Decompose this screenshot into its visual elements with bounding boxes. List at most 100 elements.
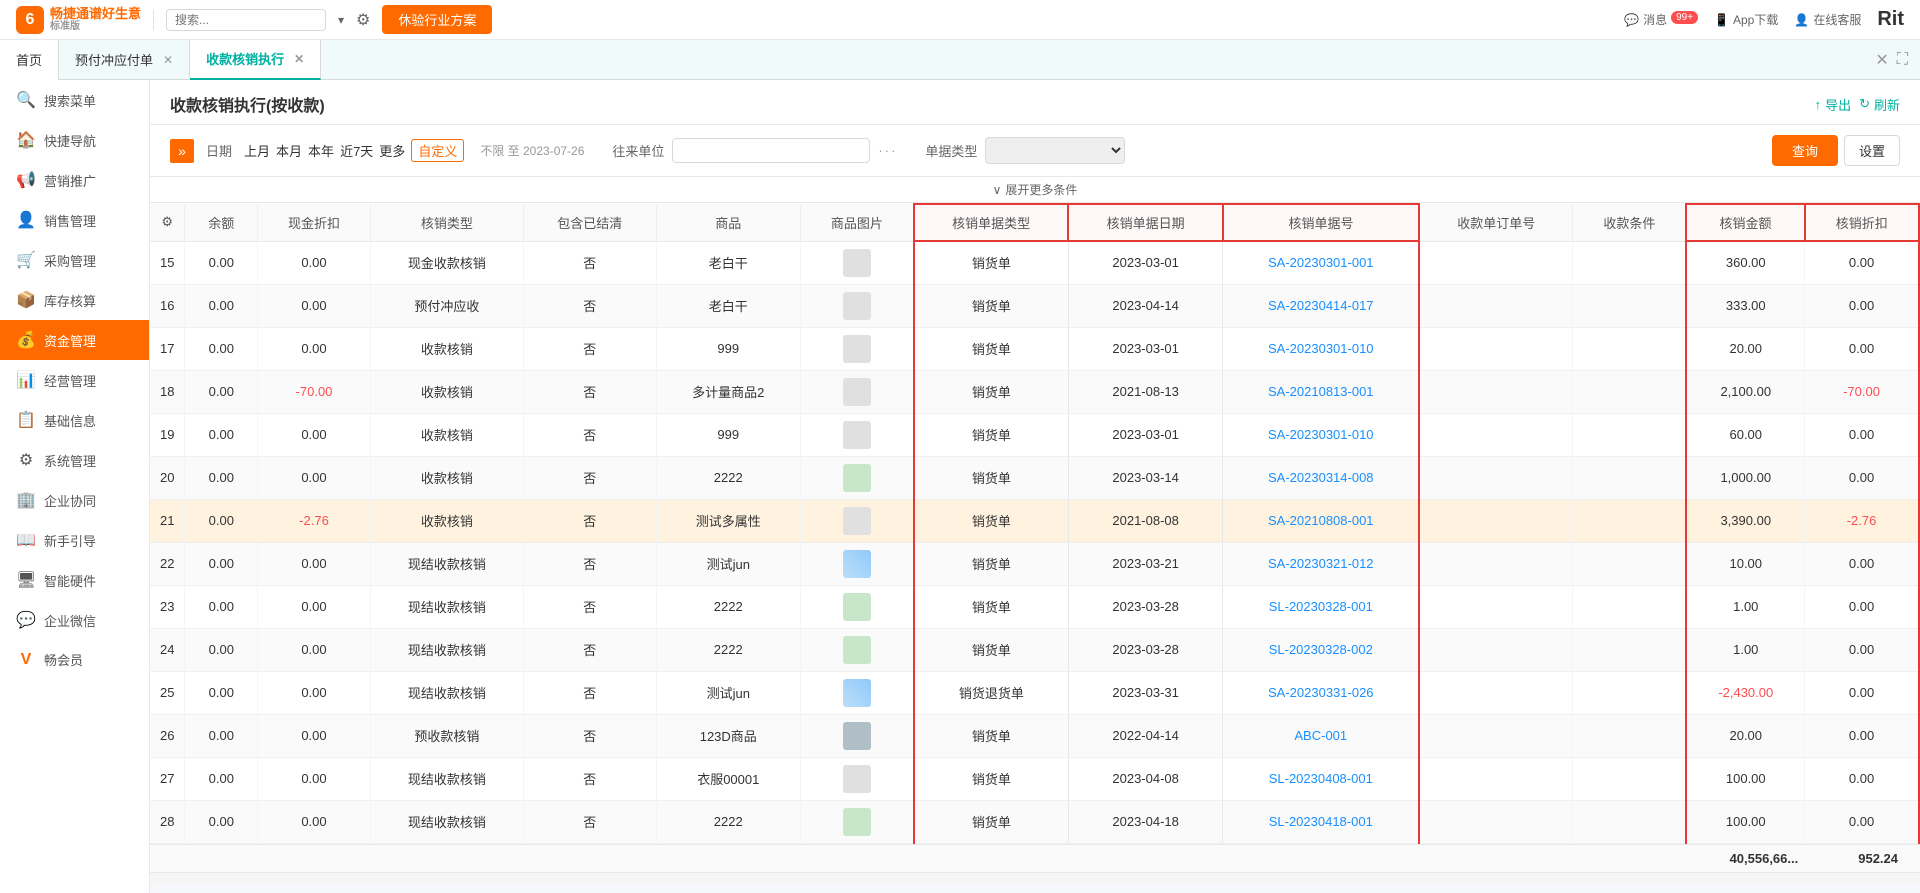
td-doc-date: 2023-03-21 xyxy=(1068,542,1223,585)
doc-no-link[interactable]: SA-20230314-008 xyxy=(1268,470,1374,485)
th-receipt-condition: 收款条件 xyxy=(1573,204,1687,241)
message-item[interactable]: 💬 消息 99+ xyxy=(1624,11,1698,28)
filter-expand-btn[interactable]: » xyxy=(170,139,194,163)
th-cash-discount: 现金折扣 xyxy=(258,204,371,241)
industry-btn[interactable]: 休验行业方案 xyxy=(382,5,492,34)
td-doc-no[interactable]: SA-20230301-010 xyxy=(1223,413,1419,456)
td-balance: 0.00 xyxy=(185,757,258,800)
service-item[interactable]: 👤 在线客服 xyxy=(1794,11,1861,28)
td-balance: 0.00 xyxy=(185,241,258,284)
sidebar-item-wechat[interactable]: 💬 企业微信 xyxy=(0,600,149,640)
td-doc-no[interactable]: SA-20230301-010 xyxy=(1223,327,1419,370)
tab-receipt-close[interactable]: ✕ xyxy=(294,52,304,66)
td-doc-no[interactable]: SL-20230328-001 xyxy=(1223,585,1419,628)
filter-custom-btn[interactable]: 自定义 xyxy=(411,139,464,162)
td-write-off-amount: 360.00 xyxy=(1686,241,1804,284)
app-download-item[interactable]: 📱 App下载 xyxy=(1714,11,1778,28)
td-write-off-type: 现结收款核销 xyxy=(370,542,523,585)
top-search-input[interactable] xyxy=(166,9,326,31)
tab-bar-right: ✕ ⛶ xyxy=(1875,50,1920,70)
td-write-off-discount: -2.76 xyxy=(1805,499,1919,542)
filter-this-year[interactable]: 本年 xyxy=(308,141,334,160)
top-bar-right: 💬 消息 99+ 📱 App下载 👤 在线客服 Rit xyxy=(1624,8,1904,31)
sidebar-item-capital[interactable]: 💰 资金管理 xyxy=(0,320,149,360)
tab-minimize-icon[interactable]: ✕ xyxy=(1875,50,1888,70)
settings-btn[interactable]: 设置 xyxy=(1844,135,1900,166)
sidebar-item-beginner[interactable]: 📖 新手引导 xyxy=(0,520,149,560)
sidebar-item-quick-nav[interactable]: 🏠 快捷导航 xyxy=(0,120,149,160)
sidebar-item-operation[interactable]: 📊 经营管理 xyxy=(0,360,149,400)
td-write-off-type: 收款核销 xyxy=(370,456,523,499)
expand-more-btn[interactable]: ∨ 展开更多条件 xyxy=(993,181,1078,198)
doc-no-link[interactable]: SL-20230408-001 xyxy=(1269,771,1373,786)
td-doc-type: 销货单 xyxy=(914,499,1069,542)
doc-no-link[interactable]: SA-20210808-001 xyxy=(1268,513,1374,528)
td-doc-no[interactable]: SA-20230314-008 xyxy=(1223,456,1419,499)
table-row: 17 0.00 0.00 收款核销 否 999 销货单 2023-03-01 S… xyxy=(150,327,1919,370)
scroll-bar[interactable] xyxy=(150,872,1920,884)
th-doc-type: 核销单据类型 xyxy=(914,204,1069,241)
filter-last-month[interactable]: 上月 xyxy=(244,141,270,160)
sidebar-item-sales[interactable]: 👤 销售管理 xyxy=(0,200,149,240)
sidebar-label-purchase: 采购管理 xyxy=(44,251,96,270)
td-doc-no[interactable]: SL-20230418-001 xyxy=(1223,800,1419,843)
table-row: 18 0.00 -70.00 收款核销 否 多计量商品2 销货单 2021-08… xyxy=(150,370,1919,413)
td-doc-no[interactable]: SA-20210808-001 xyxy=(1223,499,1419,542)
doc-no-link[interactable]: SL-20230418-001 xyxy=(1269,814,1373,829)
sidebar-item-marketing[interactable]: 📢 营销推广 xyxy=(0,160,149,200)
tab-home[interactable]: 首页 xyxy=(0,40,59,80)
td-doc-no[interactable]: SL-20230328-002 xyxy=(1223,628,1419,671)
td-doc-no[interactable]: SA-20230321-012 xyxy=(1223,542,1419,585)
doc-no-link[interactable]: SA-20230301-010 xyxy=(1268,427,1374,442)
sidebar-item-search-menu[interactable]: 🔍 搜索菜单 xyxy=(0,80,149,120)
search-icon: 🔍 xyxy=(16,90,36,110)
td-no: 25 xyxy=(150,671,185,714)
sidebar-item-system[interactable]: ⚙ 系统管理 xyxy=(0,440,149,480)
sidebar-item-basic[interactable]: 📋 基础信息 xyxy=(0,400,149,440)
td-doc-no[interactable]: SA-20210813-001 xyxy=(1223,370,1419,413)
td-doc-no[interactable]: SA-20230414-017 xyxy=(1223,284,1419,327)
filter-partner-input[interactable] xyxy=(672,138,870,163)
td-no: 17 xyxy=(150,327,185,370)
sidebar-item-enterprise[interactable]: 🏢 企业协同 xyxy=(0,480,149,520)
doc-no-link[interactable]: SA-20230321-012 xyxy=(1268,556,1374,571)
filter-7days[interactable]: 近7天 xyxy=(340,141,373,160)
doc-no-link[interactable]: SA-20230301-010 xyxy=(1268,341,1374,356)
td-doc-no[interactable]: SL-20230408-001 xyxy=(1223,757,1419,800)
td-doc-no[interactable]: SA-20230301-001 xyxy=(1223,241,1419,284)
sidebar-item-vip[interactable]: V 畅会员 xyxy=(0,640,149,679)
doc-no-link[interactable]: SA-20230414-017 xyxy=(1268,298,1374,313)
td-doc-type: 销货单 xyxy=(914,413,1069,456)
doc-no-link[interactable]: SA-20230331-026 xyxy=(1268,685,1374,700)
tab-prepay-close[interactable]: ✕ xyxy=(163,53,173,67)
td-balance: 0.00 xyxy=(185,800,258,843)
export-btn[interactable]: ↑ 导出 xyxy=(1815,95,1852,114)
filter-partner-dots[interactable]: ··· xyxy=(878,143,897,158)
td-doc-no[interactable]: ABC-001 xyxy=(1223,714,1419,757)
sidebar-item-inventory[interactable]: 📦 库存核算 xyxy=(0,280,149,320)
filter-more[interactable]: 更多 xyxy=(379,141,405,160)
tab-receipt[interactable]: 收款核销执行 ✕ xyxy=(190,40,321,80)
tab-prepay[interactable]: 预付冲应付单 ✕ xyxy=(59,40,190,80)
td-goods-img xyxy=(800,800,914,843)
td-doc-no[interactable]: SA-20230331-026 xyxy=(1223,671,1419,714)
sidebar-label-wechat: 企业微信 xyxy=(44,611,96,630)
tab-maximize-icon[interactable]: ⛶ xyxy=(1897,51,1908,69)
filter-billtype-select[interactable] xyxy=(985,137,1125,164)
gear-icon[interactable]: ⚙ xyxy=(356,10,370,30)
td-doc-type: 销货单 xyxy=(914,714,1069,757)
sidebar-item-purchase[interactable]: 🛒 采购管理 xyxy=(0,240,149,280)
doc-no-link[interactable]: SA-20230301-001 xyxy=(1268,255,1374,270)
th-balance: 余额 xyxy=(185,204,258,241)
filter-this-month[interactable]: 本月 xyxy=(276,141,302,160)
user-name[interactable]: Rit xyxy=(1877,8,1904,31)
th-gear[interactable]: ⚙ xyxy=(150,204,185,241)
doc-no-link[interactable]: SL-20230328-001 xyxy=(1269,599,1373,614)
doc-no-link[interactable]: ABC-001 xyxy=(1294,728,1347,743)
doc-no-link[interactable]: SA-20210813-001 xyxy=(1268,384,1374,399)
query-btn[interactable]: 查询 xyxy=(1772,135,1838,166)
doc-no-link[interactable]: SL-20230328-002 xyxy=(1269,642,1373,657)
sidebar-item-smarthw[interactable]: 🖥 智能硬件 xyxy=(0,560,149,600)
refresh-btn[interactable]: ↻ 刷新 xyxy=(1859,95,1900,114)
dropdown-btn[interactable]: ▾ xyxy=(338,13,344,27)
